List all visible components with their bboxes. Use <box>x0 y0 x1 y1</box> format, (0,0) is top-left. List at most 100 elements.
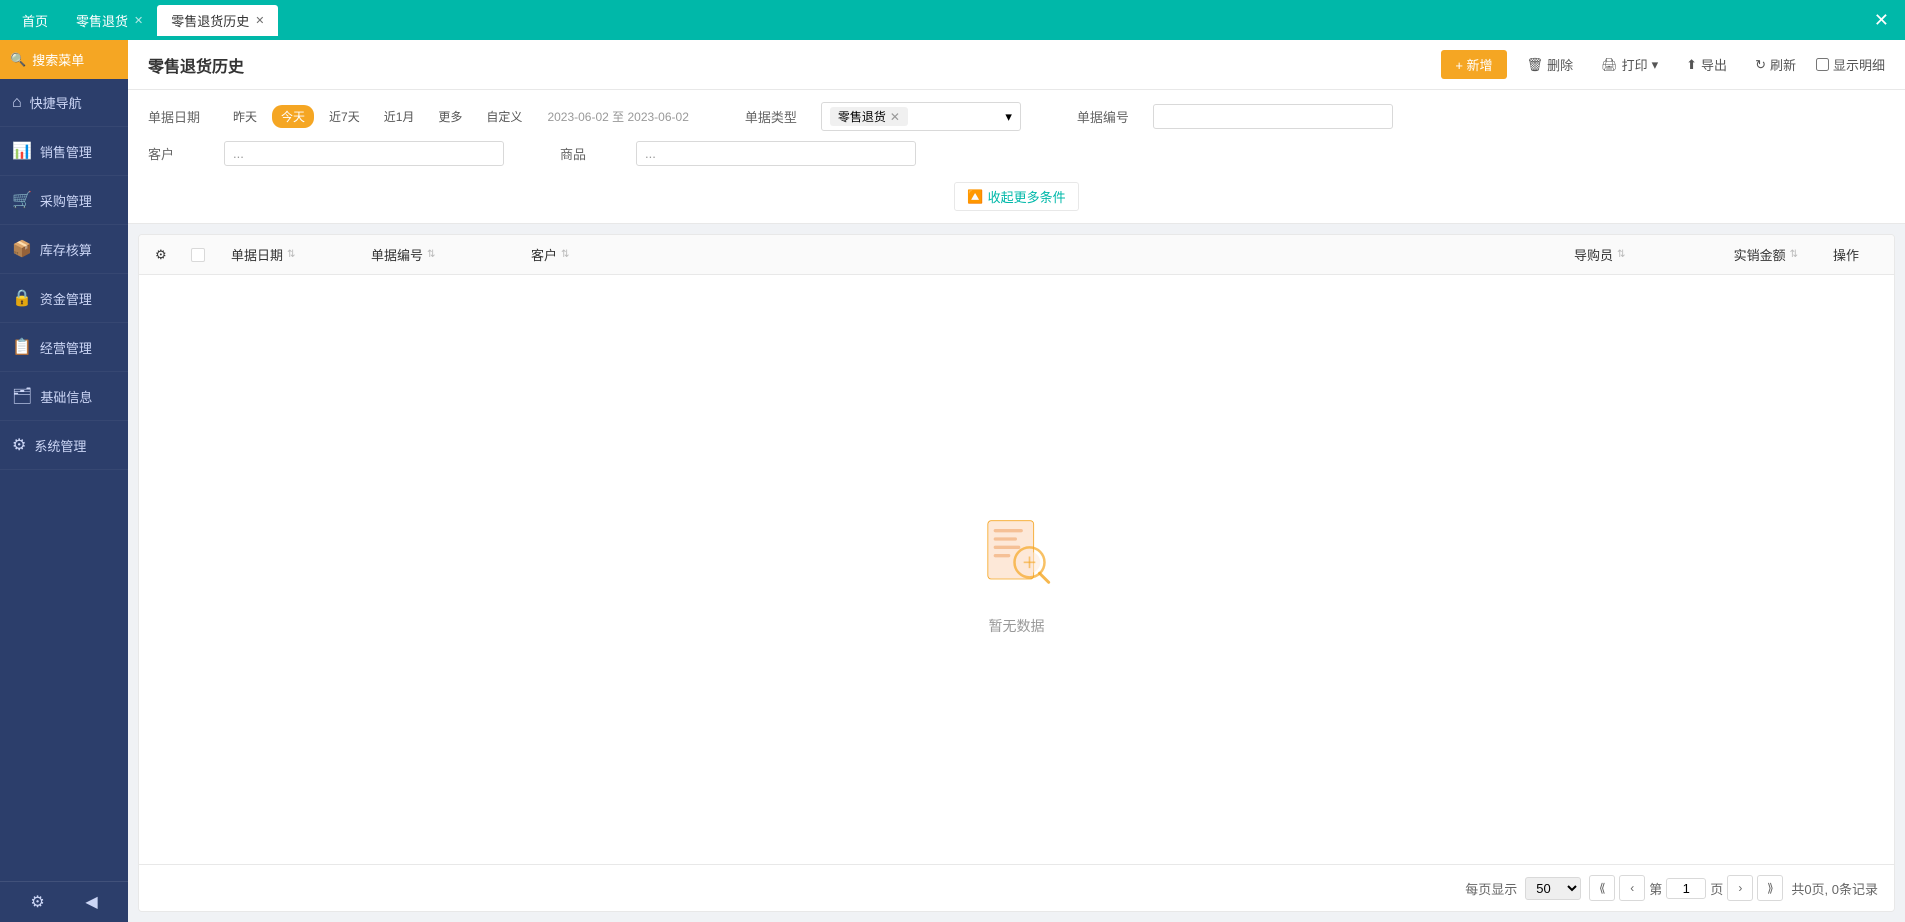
sidebar-item-quick-nav[interactable]: ⌂ 快捷导航 <box>0 79 128 127</box>
page-info: 第 页 <box>1649 878 1723 899</box>
type-select-dropdown-icon: ▾ <box>1005 109 1012 125</box>
sidebar-search[interactable]: 🔍 搜索菜单 <box>0 40 128 79</box>
tab-retail-return-history[interactable]: 零售退货历史 ✕ <box>157 5 278 36</box>
sales-icon: 📊 <box>12 141 32 161</box>
sidebar-item-inventory[interactable]: 📦 库存核算 <box>0 225 128 274</box>
sidebar-item-business[interactable]: 📋 经营管理 <box>0 323 128 372</box>
page-size-label: 每页显示 <box>1465 879 1517 898</box>
date-filter-group: 昨天 今天 近7天 近1月 更多 自定义 <box>224 105 531 128</box>
date-7days[interactable]: 近7天 <box>320 105 369 128</box>
system-icon: ⚙ <box>12 435 26 455</box>
type-filter-tag: 零售退货 ✕ <box>830 107 908 126</box>
print-dropdown-icon: ▾ <box>1652 57 1659 73</box>
type-tag-remove[interactable]: ✕ <box>890 110 900 124</box>
finance-icon: 🔒 <box>12 288 32 308</box>
customer-filter-select[interactable]: ... <box>224 141 504 166</box>
empty-text: 暂无数据 <box>989 616 1045 636</box>
th-date[interactable]: 单据日期 ⇅ <box>223 245 363 264</box>
top-bar-right: ✕ <box>1866 10 1897 31</box>
purchase-icon: 🛒 <box>12 190 32 210</box>
number-filter-input[interactable] <box>1153 104 1393 129</box>
delete-button[interactable]: 🗑 删除 <box>1519 51 1582 78</box>
page-title: 零售退货历史 <box>148 53 244 77</box>
sidebar-bottom: ⚙ ◀ <box>0 881 128 922</box>
date-filter-label: 单据日期 <box>148 107 208 126</box>
total-text: 共0页, 0条记录 <box>1791 879 1878 898</box>
export-button[interactable]: ⬆ 导出 <box>1678 51 1735 78</box>
tab-retail-return[interactable]: 零售退货 ✕ <box>62 5 157 36</box>
sidebar-item-basic[interactable]: 🗂 基础信息 <box>0 372 128 421</box>
delete-icon: 🗑 <box>1527 57 1544 73</box>
type-filter-label: 单据类型 <box>745 107 805 126</box>
goods-filter-label: 商品 <box>560 144 620 163</box>
top-bar: 首页 零售退货 ✕ 零售退货历史 ✕ ✕ <box>0 0 1905 40</box>
export-icon: ⬆ <box>1686 57 1697 73</box>
refresh-icon: ↻ <box>1755 57 1766 73</box>
window-close-button[interactable]: ✕ <box>1866 10 1897 31</box>
tab-home[interactable]: 首页 <box>8 5 62 36</box>
header-actions: + 新增 🗑 删除 🖨 打印 ▾ ⬆ 导出 ↻ 刷新 <box>1441 50 1885 79</box>
tab-list: 首页 零售退货 ✕ 零售退货历史 ✕ <box>8 5 1866 36</box>
filter-row-1: 单据日期 昨天 今天 近7天 近1月 更多 自定义 2023-06-02 至 2… <box>148 102 1885 131</box>
collapse-icon: 🔼 <box>967 189 983 205</box>
number-filter-label: 单据编号 <box>1077 107 1137 126</box>
page-prev-button[interactable]: ‹ <box>1619 875 1645 901</box>
tab-retail-return-history-close[interactable]: ✕ <box>255 14 264 27</box>
sidebar-item-purchase[interactable]: 🛒 采购管理 <box>0 176 128 225</box>
page-label: 页 <box>1710 879 1723 898</box>
collapse-button[interactable]: 🔼 收起更多条件 <box>954 182 1078 211</box>
content-area: 零售退货历史 + 新增 🗑 删除 🖨 打印 ▾ ⬆ 导出 ↻ <box>128 40 1905 922</box>
date-custom[interactable]: 自定义 <box>477 105 531 128</box>
customer-sort-icon: ⇅ <box>561 249 569 260</box>
sidebar-item-finance[interactable]: 🔒 资金管理 <box>0 274 128 323</box>
guide-sort-icon: ⇅ <box>1617 249 1625 260</box>
number-sort-icon: ⇅ <box>427 249 435 260</box>
table-header: ⚙ 单据日期 ⇅ 单据编号 ⇅ 客户 ⇅ 导购员 ⇅ <box>139 235 1894 275</box>
tab-retail-return-close[interactable]: ✕ <box>134 14 143 27</box>
main-layout: 🔍 搜索菜单 ⌂ 快捷导航 📊 销售管理 🛒 采购管理 📦 库存核算 🔒 <box>0 40 1905 922</box>
th-guide[interactable]: 导购员 ⇅ <box>1566 245 1686 264</box>
type-filter-select[interactable]: 零售退货 ✕ ▾ <box>821 102 1021 131</box>
date-yesterday[interactable]: 昨天 <box>224 105 266 128</box>
date-more[interactable]: 更多 <box>429 105 471 128</box>
page-first-button[interactable]: ⟪ <box>1589 875 1615 901</box>
print-button[interactable]: 🖨 打印 ▾ <box>1593 51 1666 78</box>
business-icon: 📋 <box>12 337 32 357</box>
empty-illustration <box>967 504 1067 604</box>
page-last-button[interactable]: ⟫ <box>1757 875 1783 901</box>
pagination: 每页显示 50 10 20 100 ⟪ ‹ 第 页 › ⟫ <box>139 864 1894 911</box>
inventory-icon: 📦 <box>12 239 32 259</box>
th-amount[interactable]: 实销金额 ⇅ <box>1686 245 1806 264</box>
header-checkbox[interactable] <box>191 248 205 262</box>
page-next-button[interactable]: › <box>1727 875 1753 901</box>
th-checkbox[interactable] <box>183 248 223 262</box>
settings-bottom-icon[interactable]: ⚙ <box>30 892 44 912</box>
date-range-display: 2023-06-02 至 2023-06-02 <box>547 108 688 125</box>
basic-icon: 🗂 <box>12 386 32 406</box>
page-number-input[interactable] <box>1666 878 1706 899</box>
collapse-row: 🔼 收起更多条件 <box>148 176 1885 211</box>
customer-filter-label: 客户 <box>148 144 208 163</box>
new-button[interactable]: + 新增 <box>1441 50 1506 79</box>
table-body: 暂无数据 <box>139 275 1894 864</box>
th-number[interactable]: 单据编号 ⇅ <box>363 245 523 264</box>
display-toggle-checkbox[interactable] <box>1816 58 1829 71</box>
home-icon: ⌂ <box>12 94 22 112</box>
collapse-sidebar-icon[interactable]: ◀ <box>85 892 97 912</box>
sidebar-item-system[interactable]: ⚙ 系统管理 <box>0 421 128 470</box>
sidebar: 🔍 搜索菜单 ⌂ 快捷导航 📊 销售管理 🛒 采购管理 📦 库存核算 🔒 <box>0 40 128 922</box>
date-sort-icon: ⇅ <box>287 249 295 260</box>
display-toggle[interactable]: 显示明细 <box>1816 55 1885 74</box>
filter-row-2: 客户 ... 商品 ... <box>148 141 1885 166</box>
refresh-button[interactable]: ↻ 刷新 <box>1747 51 1804 78</box>
date-today[interactable]: 今天 <box>272 105 314 128</box>
th-settings[interactable]: ⚙ <box>147 247 183 263</box>
th-customer[interactable]: 客户 ⇅ <box>523 245 1566 264</box>
filter-area: 单据日期 昨天 今天 近7天 近1月 更多 自定义 2023-06-02 至 2… <box>128 90 1905 224</box>
page-size-select[interactable]: 50 10 20 100 <box>1525 877 1581 900</box>
amount-sort-icon: ⇅ <box>1790 249 1798 260</box>
sidebar-menu: ⌂ 快捷导航 📊 销售管理 🛒 采购管理 📦 库存核算 🔒 资金管理 📋 <box>0 79 128 881</box>
goods-filter-select[interactable]: ... <box>636 141 916 166</box>
sidebar-item-sales[interactable]: 📊 销售管理 <box>0 127 128 176</box>
date-1month[interactable]: 近1月 <box>375 105 424 128</box>
